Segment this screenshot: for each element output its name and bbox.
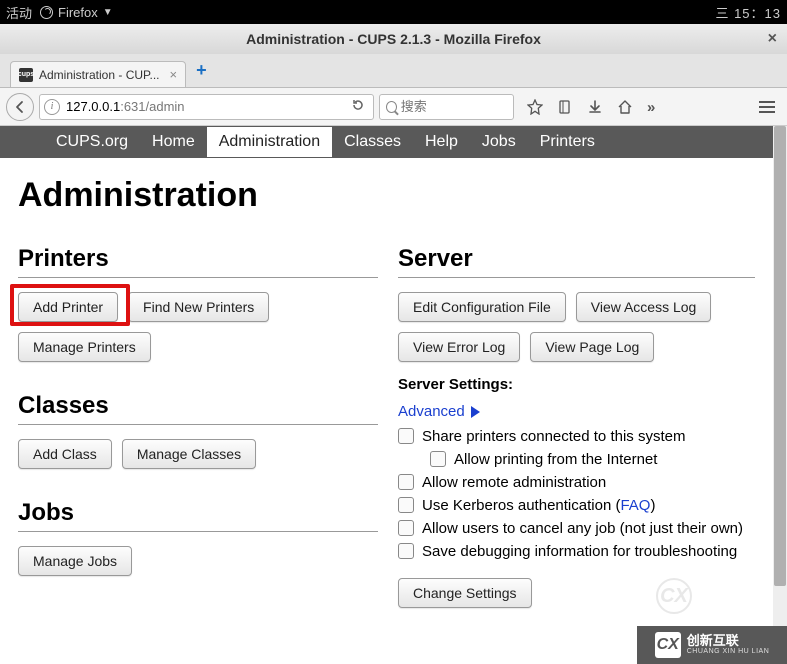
site-info-icon[interactable]: i	[44, 99, 60, 115]
view-error-log-button[interactable]: View Error Log	[398, 332, 520, 362]
gnome-top-bar: 活动 Firefox ▼ 三 15：13	[0, 0, 787, 24]
faq-link[interactable]: FAQ	[620, 497, 650, 514]
tab-label: Administration - CUP...	[39, 68, 160, 82]
window-menu[interactable]: Firefox ▼	[40, 5, 113, 20]
section-jobs-title: Jobs	[18, 499, 378, 527]
opt-remote-admin[interactable]: Allow remote administration	[398, 472, 755, 493]
add-printer-button[interactable]: Add Printer	[18, 292, 118, 322]
opt-share-printers[interactable]: Share printers connected to this system	[398, 426, 755, 447]
add-class-button[interactable]: Add Class	[18, 439, 112, 469]
server-settings-label: Server Settings:	[398, 376, 755, 393]
divider	[18, 531, 378, 532]
cups-page-body: Administration Printers Add Printer Find…	[0, 158, 773, 620]
home-icon[interactable]	[617, 99, 633, 115]
nav-administration[interactable]: Administration	[207, 127, 332, 157]
triangle-right-icon	[471, 406, 480, 418]
download-icon[interactable]	[587, 99, 603, 115]
opt-cancel-any[interactable]: Allow users to cancel any job (not just …	[398, 518, 755, 539]
checkbox[interactable]	[398, 543, 414, 559]
dropdown-icon: ▼	[103, 7, 113, 18]
watermark-logo: CX	[655, 632, 681, 658]
reload-icon	[351, 98, 365, 112]
address-bar[interactable]: i 127.0.0.1:631/admin	[39, 94, 374, 120]
divider	[18, 424, 378, 425]
bookmark-star-icon[interactable]	[527, 99, 543, 115]
reload-button[interactable]	[347, 98, 369, 115]
navigation-bar: i 127.0.0.1:631/admin »	[0, 88, 787, 126]
nav-jobs[interactable]: Jobs	[470, 127, 528, 157]
section-server-title: Server	[398, 245, 755, 273]
tab-strip: cups Administration - CUP... × +	[0, 54, 787, 88]
advanced-link[interactable]: Advanced	[398, 403, 755, 420]
clock: 三 15：13	[715, 3, 781, 22]
edit-config-button[interactable]: Edit Configuration File	[398, 292, 566, 322]
window-title-text: Administration - CUPS 2.1.3 - Mozilla Fi…	[246, 31, 541, 47]
watermark-badge: CX 创新互联 CHUANG XIN HU LIAN	[637, 626, 787, 664]
cups-navbar: CUPS.org Home Administration Classes Hel…	[0, 126, 787, 158]
change-settings-button[interactable]: Change Settings	[398, 578, 532, 608]
view-page-log-button[interactable]: View Page Log	[530, 332, 654, 362]
nav-home[interactable]: Home	[140, 127, 207, 157]
checkbox[interactable]	[398, 428, 414, 444]
vertical-scrollbar-track[interactable]	[773, 126, 787, 664]
divider	[18, 277, 378, 278]
checkbox[interactable]	[398, 474, 414, 490]
firefox-icon	[40, 6, 53, 19]
section-classes-title: Classes	[18, 392, 378, 420]
search-icon	[386, 101, 397, 113]
watermark-pinyin: CHUANG XIN HU LIAN	[687, 648, 770, 656]
tab-close-icon[interactable]: ×	[170, 67, 178, 82]
section-printers-title: Printers	[18, 245, 378, 273]
opt-debug[interactable]: Save debugging information for troublesh…	[398, 541, 755, 562]
watermark-cn: 创新互联	[687, 634, 770, 648]
url-text[interactable]: 127.0.0.1:631/admin	[60, 99, 347, 114]
advanced-text: Advanced	[398, 403, 465, 420]
browser-tab[interactable]: cups Administration - CUP... ×	[10, 61, 186, 87]
nav-classes[interactable]: Classes	[332, 127, 413, 157]
app-name: Firefox	[58, 5, 98, 20]
page-heading: Administration	[18, 176, 755, 215]
new-tab-button[interactable]: +	[196, 60, 207, 81]
vertical-scrollbar-thumb[interactable]	[774, 126, 786, 586]
manage-printers-button[interactable]: Manage Printers	[18, 332, 151, 362]
opt-kerberos[interactable]: Use Kerberos authentication (FAQ)	[398, 495, 755, 516]
faint-watermark-icon: CX	[656, 578, 692, 614]
page-viewport: CUPS.org Home Administration Classes Hel…	[0, 126, 787, 664]
tab-favicon: cups	[19, 68, 33, 82]
search-bar[interactable]	[379, 94, 514, 120]
search-input[interactable]	[401, 99, 507, 114]
nav-help[interactable]: Help	[413, 127, 470, 157]
checkbox[interactable]	[398, 520, 414, 536]
back-button[interactable]	[6, 93, 34, 121]
manage-classes-button[interactable]: Manage Classes	[122, 439, 256, 469]
view-access-log-button[interactable]: View Access Log	[576, 292, 712, 322]
menu-button[interactable]	[759, 98, 775, 116]
nav-cups-org[interactable]: CUPS.org	[44, 127, 140, 157]
window-close-button[interactable]: ×	[768, 30, 777, 48]
manage-jobs-button[interactable]: Manage Jobs	[18, 546, 132, 576]
overflow-icon[interactable]: »	[647, 99, 663, 115]
nav-printers[interactable]: Printers	[528, 127, 607, 157]
opt-allow-internet[interactable]: Allow printing from the Internet	[430, 449, 755, 470]
checkbox[interactable]	[398, 497, 414, 513]
library-icon[interactable]	[557, 99, 573, 115]
window-titlebar: Administration - CUPS 2.1.3 - Mozilla Fi…	[0, 24, 787, 54]
find-new-printers-button[interactable]: Find New Printers	[128, 292, 269, 322]
checkbox[interactable]	[430, 451, 446, 467]
divider	[398, 277, 755, 278]
activities-label[interactable]: 活动	[6, 3, 32, 22]
arrow-left-icon	[13, 100, 27, 114]
